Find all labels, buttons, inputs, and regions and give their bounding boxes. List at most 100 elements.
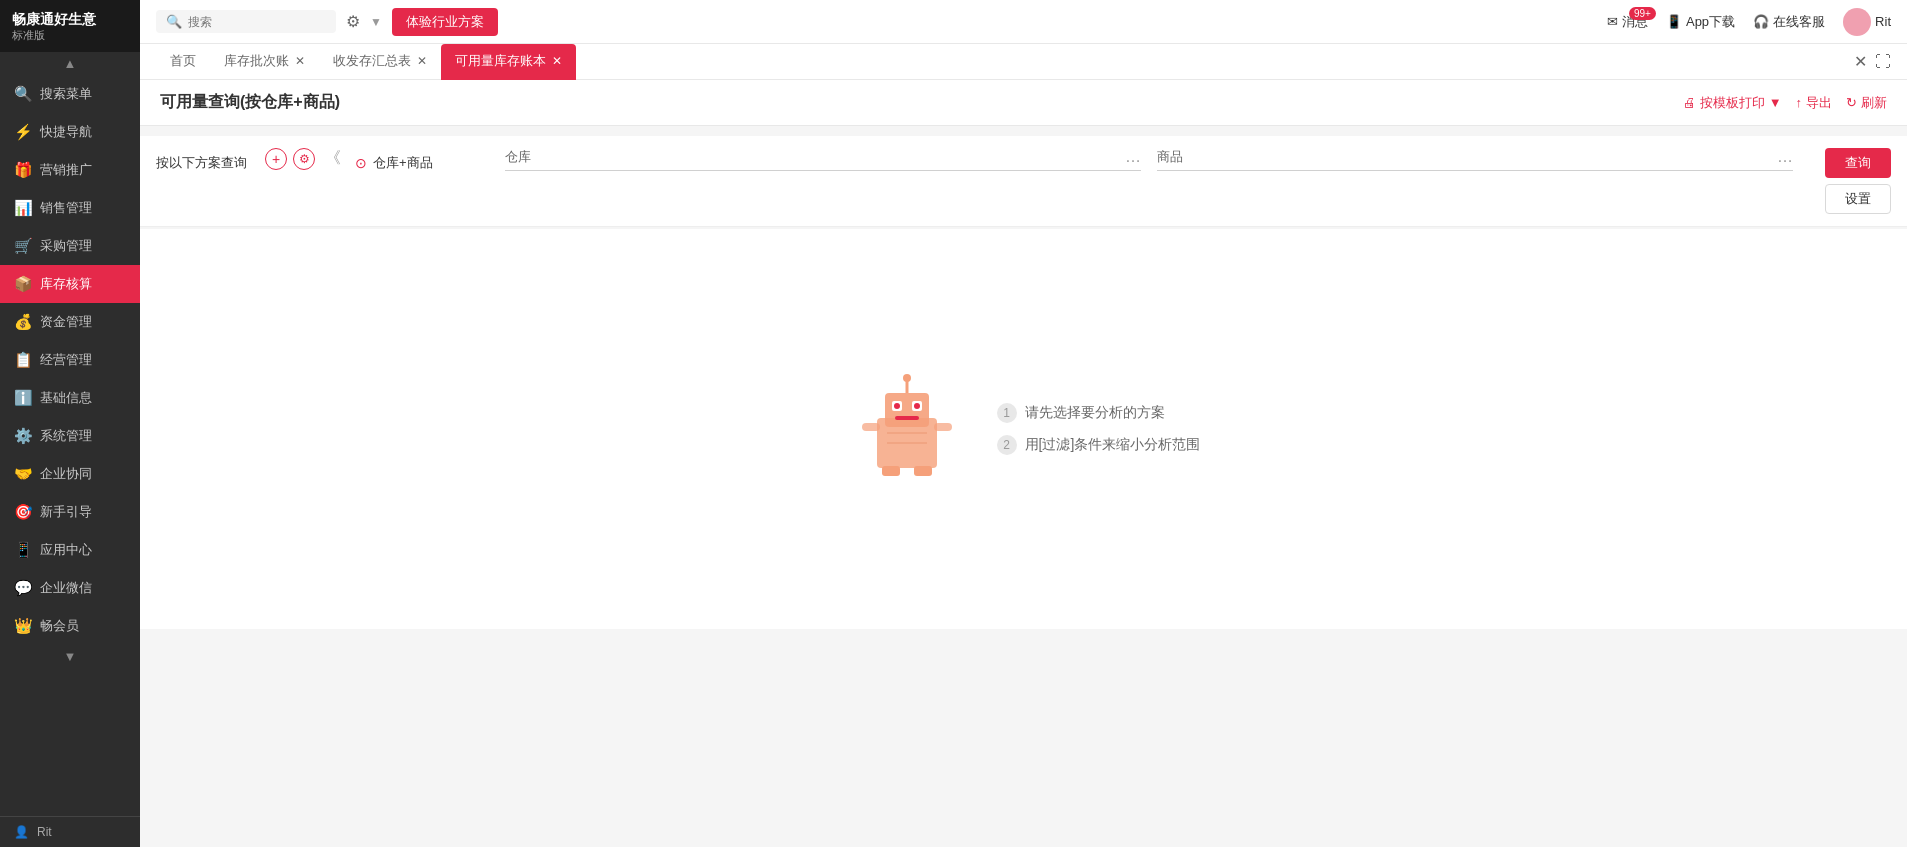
filter-settings-btn[interactable]: 设置 <box>1825 184 1891 214</box>
money-icon: 💰 <box>14 313 32 331</box>
empty-state: 1 请先选择要分析的方案 2 用[过滤]条件来缩小分析范围 <box>140 229 1907 629</box>
goods-more-icon[interactable]: … <box>1777 148 1793 166</box>
filter-field-warehouse: 仓库 … <box>505 148 1141 171</box>
header-dropdown-icon[interactable]: ▼ <box>370 15 382 29</box>
svg-point-12 <box>903 374 911 382</box>
app-download-label: App下载 <box>1686 13 1735 31</box>
svg-rect-6 <box>895 416 919 420</box>
printer-icon: 🖨 <box>1683 95 1696 110</box>
header-search-box[interactable]: 🔍 <box>156 10 336 33</box>
print-label: 按模板打印 <box>1700 94 1765 112</box>
svg-rect-9 <box>862 423 880 431</box>
filter-buttons: 查询 设置 <box>1825 148 1891 214</box>
sidebar-item-marketing[interactable]: 🎁 营销推广 <box>0 151 140 189</box>
tab-close-icon[interactable]: ✕ <box>295 54 305 68</box>
sidebar-item-appstore[interactable]: 📱 应用中心 <box>0 531 140 569</box>
empty-tips: 1 请先选择要分析的方案 2 用[过滤]条件来缩小分析范围 <box>997 403 1201 455</box>
tab-home[interactable]: 首页 <box>156 44 210 80</box>
tab-bar-close-button[interactable]: ✕ <box>1854 52 1867 71</box>
query-button[interactable]: 查询 <box>1825 148 1891 178</box>
gift-icon: 🎁 <box>14 161 32 179</box>
svg-rect-8 <box>914 466 932 476</box>
header-right: ✉ 消息 99+ 📱 App下载 🎧 在线客服 Rit <box>1607 8 1891 36</box>
sidebar-item-finance[interactable]: 💰 资金管理 <box>0 303 140 341</box>
tab-available-ledger[interactable]: 可用量库存账本 ✕ <box>441 44 576 80</box>
sidebar-item-sales[interactable]: 📊 销售管理 <box>0 189 140 227</box>
warehouse-more-icon[interactable]: … <box>1125 148 1141 166</box>
warehouse-input[interactable] <box>535 150 1125 165</box>
sidebar-item-system[interactable]: ⚙️ 系统管理 <box>0 417 140 455</box>
tab-receipt-summary[interactable]: 收发存汇总表 ✕ <box>319 44 441 80</box>
empty-state-content: 1 请先选择要分析的方案 2 用[过滤]条件来缩小分析范围 <box>847 368 1201 491</box>
tab-batch-ledger-label: 库存批次账 <box>224 52 289 70</box>
sidebar-item-guide[interactable]: 🎯 新手引导 <box>0 493 140 531</box>
empty-illustration <box>847 368 967 491</box>
svg-point-4 <box>894 403 900 409</box>
sidebar-item-cooperation[interactable]: 🤝 企业协同 <box>0 455 140 493</box>
export-button[interactable]: ↑ 导出 <box>1796 94 1833 112</box>
sidebar-username: Rit <box>37 825 52 839</box>
sidebar-item-label: 快捷导航 <box>40 123 92 141</box>
search-icon: 🔍 <box>166 14 182 29</box>
sidebar-item-basic[interactable]: ℹ️ 基础信息 <box>0 379 140 417</box>
target-icon: 🎯 <box>14 503 32 521</box>
empty-tip-1: 1 请先选择要分析的方案 <box>997 403 1201 423</box>
mobile-icon: 📱 <box>14 541 32 559</box>
sidebar-item-inventory[interactable]: 📦 库存核算 <box>0 265 140 303</box>
refresh-label: 刷新 <box>1861 94 1887 112</box>
filter-settings-button[interactable]: ⚙ <box>293 148 315 170</box>
sidebar-item-operation[interactable]: 📋 经营管理 <box>0 341 140 379</box>
tab-bar: 首页 库存批次账 ✕ 收发存汇总表 ✕ 可用量库存账本 ✕ ✕ ⛶ <box>140 44 1907 80</box>
chevron-down-icon[interactable]: ▼ <box>1769 95 1782 110</box>
app-download-button[interactable]: 📱 App下载 <box>1666 13 1735 31</box>
page-header: 可用量查询(按仓库+商品) 🖨 按模板打印 ▼ ↑ 导出 ↻ 刷新 <box>140 80 1907 126</box>
inventory-icon: 📦 <box>14 275 32 293</box>
sidebar-item-label: 系统管理 <box>40 427 92 445</box>
message-button[interactable]: ✉ 消息 99+ <box>1607 13 1648 31</box>
filter-add-button[interactable]: + <box>265 148 287 170</box>
page-title: 可用量查询(按仓库+商品) <box>160 92 340 113</box>
print-template-button[interactable]: 🖨 按模板打印 ▼ <box>1683 94 1782 112</box>
filter-scheme-warehouse-goods[interactable]: ⊙ 仓库+商品 <box>345 148 485 178</box>
sidebar-item-wechat[interactable]: 💬 企业微信 <box>0 569 140 607</box>
online-service-button[interactable]: 🎧 在线客服 <box>1753 13 1825 31</box>
export-label: 导出 <box>1806 94 1832 112</box>
sidebar-item-shortcut[interactable]: ⚡ 快捷导航 <box>0 113 140 151</box>
sidebar-item-label: 基础信息 <box>40 389 92 407</box>
info-icon: ℹ️ <box>14 389 32 407</box>
user-avatar-icon: 👤 <box>14 825 29 839</box>
tab-bar-expand-button[interactable]: ⛶ <box>1875 53 1891 71</box>
sidebar-item-label: 新手引导 <box>40 503 92 521</box>
filter-collapse-button[interactable]: 《 <box>321 148 345 169</box>
filter-fields: 仓库 … 商品 … 查询 设置 <box>505 148 1891 214</box>
tab-batch-ledger[interactable]: 库存批次账 ✕ <box>210 44 319 80</box>
tab-close-icon[interactable]: ✕ <box>417 54 427 68</box>
sidebar-item-label: 采购管理 <box>40 237 92 255</box>
sidebar-bottom[interactable]: 👤 Rit <box>0 816 140 847</box>
tab-available-ledger-label: 可用量库存账本 <box>455 52 546 70</box>
sidebar-scroll-up[interactable]: ▲ <box>0 52 140 75</box>
username-label: Rit <box>1875 14 1891 29</box>
goods-field-label: 商品 <box>1157 148 1187 166</box>
headset-icon: 🎧 <box>1753 14 1769 29</box>
refresh-button[interactable]: ↻ 刷新 <box>1846 94 1887 112</box>
filter-goods-row: 商品 … <box>1157 148 1793 171</box>
sidebar-scroll-down[interactable]: ▼ <box>0 645 140 668</box>
sidebar-item-label: 销售管理 <box>40 199 92 217</box>
trial-industry-button[interactable]: 体验行业方案 <box>392 8 498 36</box>
settings-icon[interactable]: ⚙ <box>346 12 360 31</box>
header-search-input[interactable] <box>188 15 308 29</box>
empty-tip-2: 2 用[过滤]条件来缩小分析范围 <box>997 435 1201 455</box>
sidebar-item-purchase[interactable]: 🛒 采购管理 <box>0 227 140 265</box>
goods-input[interactable] <box>1187 150 1777 165</box>
svg-rect-7 <box>882 466 900 476</box>
sidebar-item-label: 搜索菜单 <box>40 85 92 103</box>
sidebar-item-label: 畅会员 <box>40 617 79 635</box>
tab-close-icon[interactable]: ✕ <box>552 54 562 68</box>
empty-tip-2-text: 用[过滤]条件来缩小分析范围 <box>1025 436 1201 454</box>
user-avatar[interactable]: Rit <box>1843 8 1891 36</box>
tip-num-2: 2 <box>997 435 1017 455</box>
sidebar-item-search[interactable]: 🔍 搜索菜单 <box>0 75 140 113</box>
sidebar-item-member[interactable]: 👑 畅会员 <box>0 607 140 645</box>
filter-scheme-list: ⊙ 仓库+商品 <box>345 148 485 178</box>
